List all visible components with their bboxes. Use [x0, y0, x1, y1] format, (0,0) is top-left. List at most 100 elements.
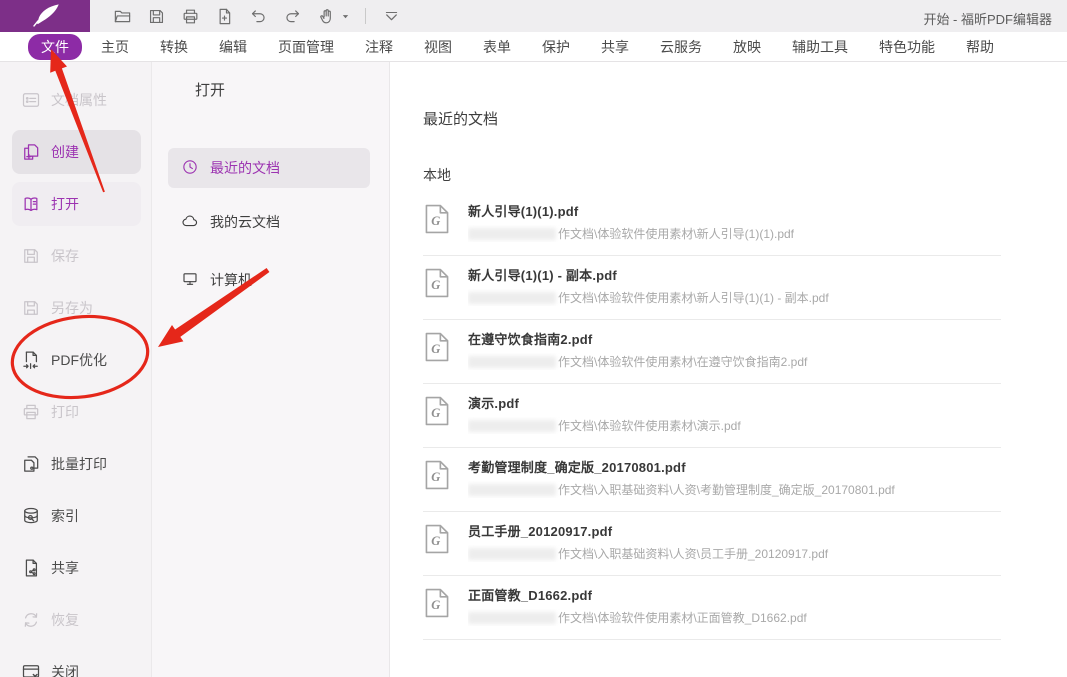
restore-icon: [21, 610, 41, 630]
recent-file-item[interactable]: G 新人引导(1)(1).pdf 作文档\体验软件使用素材\新人引导(1)(1)…: [423, 192, 1001, 256]
menu-item[interactable]: 特色功能: [879, 37, 935, 57]
recent-file-item[interactable]: G 新人引导(1)(1) - 副本.pdf 作文档\体验软件使用素材\新人引导(…: [423, 256, 1001, 320]
file-name: 考勤管理制度_确定版_20170801.pdf: [468, 457, 1001, 476]
close-doc-icon: [21, 662, 41, 677]
open-book-icon: [21, 194, 41, 214]
redaction-blur: [468, 548, 556, 560]
sidebar-item[interactable]: PDF优化: [12, 338, 141, 382]
sidebar-item[interactable]: 打印: [12, 390, 141, 434]
file-path-text: 作文档\入职基础资料\人资\考勤管理制度_确定版_20170801.pdf: [558, 483, 895, 497]
open-panel-item[interactable]: 我的云文档: [168, 202, 370, 242]
collapse-toolbar-icon[interactable]: [381, 6, 401, 26]
redaction-blur: [468, 292, 556, 304]
redaction-blur: [468, 228, 556, 240]
sidebar-item[interactable]: 创建: [12, 130, 141, 174]
sidebar-item-label: 关闭: [51, 662, 79, 677]
file-name: 演示.pdf: [468, 393, 1001, 412]
sidebar-item[interactable]: 关闭: [12, 650, 141, 677]
recent-file-item[interactable]: G 正面管教_D1662.pdf 作文档\体验软件使用素材\正面管教_D1662…: [423, 576, 1001, 640]
sidebar-item[interactable]: 文档属性: [12, 78, 141, 122]
print-icon[interactable]: [180, 6, 200, 26]
new-doc-icon[interactable]: [214, 6, 234, 26]
sidebar-item[interactable]: 索引: [12, 494, 141, 538]
hand-tool-icon[interactable]: [316, 6, 336, 26]
sidebar-item[interactable]: 共享: [12, 546, 141, 590]
recent-file-item[interactable]: G 考勤管理制度_确定版_20170801.pdf 作文档\入职基础资料\人资\…: [423, 448, 1001, 512]
sidebar-item[interactable]: 保存: [12, 234, 141, 278]
index-icon: [21, 506, 41, 526]
file-name: 员工手册_20120917.pdf: [468, 521, 1001, 540]
file-name: 新人引导(1)(1) - 副本.pdf: [468, 265, 1001, 284]
open-panel-item[interactable]: 最近的文档: [168, 148, 370, 188]
file-path-text: 作文档\入职基础资料\人资\员工手册_20120917.pdf: [558, 547, 828, 561]
recent-file-item[interactable]: G 演示.pdf 作文档\体验软件使用素材\演示.pdf: [423, 384, 1001, 448]
sidebar-item[interactable]: 批量打印: [12, 442, 141, 486]
toolbar-buttons: [112, 6, 401, 26]
menu-item[interactable]: 表单: [483, 37, 511, 57]
pdf-file-icon: G: [425, 332, 449, 362]
clock-icon: [181, 158, 199, 179]
svg-text:G: G: [431, 534, 440, 548]
sidebar-item-label: 打开: [51, 194, 79, 214]
share-doc-icon: [21, 558, 41, 578]
file-path: 作文档\体验软件使用素材\新人引导(1)(1).pdf: [468, 225, 1001, 242]
menu-item[interactable]: 转换: [160, 37, 188, 57]
file-path-text: 作文档\体验软件使用素材\新人引导(1)(1) - 副本.pdf: [558, 291, 829, 305]
sidebar-item-label: 创建: [51, 142, 79, 162]
sidebar-item[interactable]: 另存为: [12, 286, 141, 330]
redo-icon[interactable]: [282, 6, 302, 26]
sidebar-item-label: 另存为: [51, 298, 93, 318]
printer-icon: [21, 402, 41, 422]
quick-access-toolbar: 开始 - 福昕PDF编辑器: [0, 0, 1067, 32]
cloud-icon: [181, 212, 199, 233]
menu-item[interactable]: 共享: [601, 37, 629, 57]
sidebar-item-label: 批量打印: [51, 454, 107, 474]
menu-item[interactable]: 视图: [424, 37, 452, 57]
svg-text:G: G: [431, 342, 440, 356]
pdf-file-icon: G: [425, 588, 449, 618]
svg-text:G: G: [431, 278, 440, 292]
menu-item[interactable]: 帮助: [966, 37, 994, 57]
svg-text:G: G: [431, 598, 440, 612]
sidebar-item-label: 打印: [51, 402, 79, 422]
menu-item[interactable]: 文件: [28, 34, 82, 60]
sidebar-item[interactable]: 恢复: [12, 598, 141, 642]
pdf-file-icon: G: [425, 268, 449, 298]
menu-item[interactable]: 辅助工具: [792, 37, 848, 57]
open-panel-item[interactable]: 计算机: [168, 260, 370, 300]
toolbar-button: [365, 8, 366, 24]
file-menu-sidebar: 文档属性 创建 打开 保存 另存为 PD: [0, 62, 152, 677]
file-path: 作文档\体验软件使用素材\新人引导(1)(1) - 副本.pdf: [468, 289, 1001, 306]
menu-item[interactable]: 页面管理: [278, 37, 334, 57]
recent-file-item[interactable]: G 在遵守饮食指南2.pdf 作文档\体验软件使用素材\在遵守饮食指南2.pdf: [423, 320, 1001, 384]
batch-print-icon: [21, 454, 41, 474]
undo-icon[interactable]: [248, 6, 268, 26]
menu-bar: 文件 主页 转换 编辑 页面管理 注释 视图 表单 保护 共享 云服务 放映 辅…: [0, 32, 1067, 62]
open-panel: 打开 最近的文档 我的云文档 计算机: [152, 62, 390, 677]
redaction-blur: [468, 420, 556, 432]
computer-icon: [181, 270, 199, 291]
save-as-icon: [21, 298, 41, 318]
menu-item[interactable]: 云服务: [660, 37, 702, 57]
menu-item[interactable]: 主页: [101, 37, 129, 57]
file-path-text: 作文档\体验软件使用素材\正面管教_D1662.pdf: [558, 611, 807, 625]
menu-item[interactable]: 注释: [365, 37, 393, 57]
file-path: 作文档\入职基础资料\人资\考勤管理制度_确定版_20170801.pdf: [468, 481, 1001, 498]
sidebar-item-label: 文档属性: [51, 90, 107, 110]
folder-open-icon[interactable]: [112, 6, 132, 26]
open-panel-item-label: 计算机: [210, 270, 252, 290]
svg-text:G: G: [431, 214, 440, 228]
file-name: 新人引导(1)(1).pdf: [468, 201, 1001, 220]
caret-down-icon[interactable]: [341, 6, 350, 26]
pdf-file-icon: G: [425, 204, 449, 234]
create-icon: [21, 142, 41, 162]
pdf-file-icon: G: [425, 460, 449, 490]
app-logo[interactable]: [0, 0, 90, 32]
recent-documents-title: 最近的文档: [423, 108, 498, 129]
menu-item[interactable]: 放映: [733, 37, 761, 57]
save-icon[interactable]: [146, 6, 166, 26]
menu-item[interactable]: 编辑: [219, 37, 247, 57]
sidebar-item[interactable]: 打开: [12, 182, 141, 226]
recent-file-item[interactable]: G 员工手册_20120917.pdf 作文档\入职基础资料\人资\员工手册_2…: [423, 512, 1001, 576]
menu-item[interactable]: 保护: [542, 37, 570, 57]
